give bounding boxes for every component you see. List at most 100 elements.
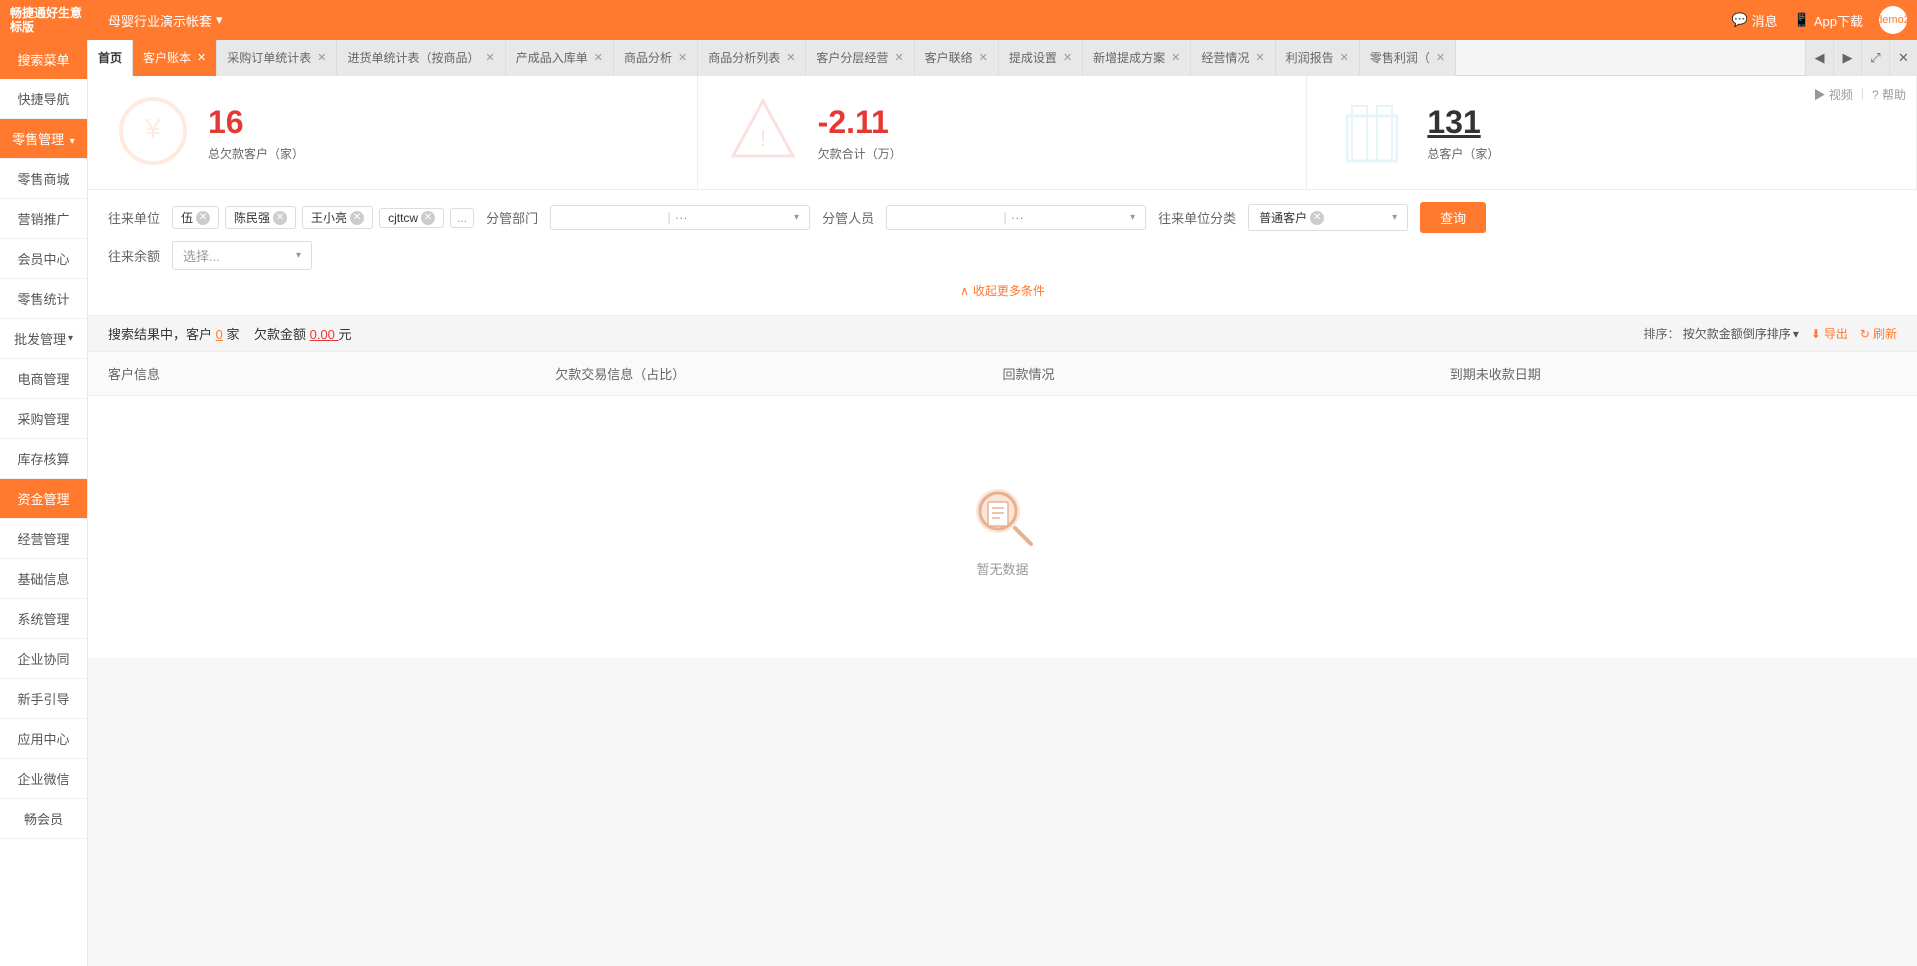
sort-label: 排序： 按欠款金额倒序排序 ▾ (1643, 325, 1798, 342)
tab-inbound-stats[interactable]: 进货单统计表（按商品） ✕ (337, 40, 505, 76)
sidebar-item-app-center[interactable]: 应用中心 (0, 719, 87, 759)
tab-product-analysis[interactable]: 商品分析 ✕ (614, 40, 698, 76)
stat-label-customers: 总欠款客户（家） (208, 145, 304, 162)
tab-retail-profit[interactable]: 零售利润（ ✕ (1360, 40, 1456, 76)
stat-card-debt-customers: ¥ 16 总欠款客户（家） (88, 76, 698, 189)
sidebar-item-label: 零售管理 (12, 132, 64, 147)
data-table: 客户信息 欠款交易信息（占比） 回款情况 到期未收款日期 (88, 352, 1917, 658)
tab-label: 进货单统计表（按商品） (347, 49, 479, 66)
filter-unit-cat-label: 往来单位分类 (1158, 208, 1236, 227)
tab-close-icon[interactable]: ✕ (317, 51, 326, 64)
filter-dept-select[interactable]: | ··· ▾ (550, 205, 810, 230)
filter-tag-wu-close[interactable]: ✕ (196, 211, 210, 225)
video-link[interactable]: ▶ 视频 (1813, 86, 1852, 103)
tab-arrows: ◀ ▶ ⤢ ✕ (1805, 40, 1917, 76)
filter-tag-common-close[interactable]: ✕ (1310, 211, 1324, 225)
avatar[interactable]: demo2 (1879, 6, 1907, 34)
filter-tag-cjttcw-close[interactable]: ✕ (421, 211, 435, 225)
filter-person-select[interactable]: | ··· ▾ (886, 205, 1146, 230)
filter-tag-wang-close[interactable]: ✕ (350, 211, 364, 225)
logo-text: 畅捷通好生意 标版 (10, 6, 82, 35)
tab-close-icon[interactable]: ✕ (678, 51, 687, 64)
tab-customer-ledger[interactable]: 客户账本 ✕ (133, 40, 217, 76)
tab-close-icon[interactable]: ✕ (1063, 51, 1072, 64)
tab-customer-contact[interactable]: 客户联络 ✕ (915, 40, 999, 76)
tab-close-all[interactable]: ✕ (1889, 40, 1917, 76)
tab-scroll-right[interactable]: ▶ (1833, 40, 1861, 76)
sidebar-item-basic-info[interactable]: 基础信息 (0, 559, 87, 599)
tab-biz-situation[interactable]: 经营情况 ✕ (1191, 40, 1275, 76)
sidebar-item-purchase-mgmt[interactable]: 采购管理 (0, 399, 87, 439)
workspace-label: 母婴行业演示帐套 (108, 11, 212, 30)
tab-maximize[interactable]: ⤢ (1861, 40, 1889, 76)
export-icon: ⬇ (1811, 327, 1821, 341)
tab-close-icon[interactable]: ✕ (1436, 51, 1445, 64)
filter-balance-label: 往来余额 (108, 246, 160, 265)
debt-amount-link[interactable]: 0.00 (310, 327, 339, 342)
workspace-selector[interactable]: 母婴行业演示帐套 ▾ (108, 11, 227, 30)
sidebar-item-ecommerce[interactable]: 电商管理 (0, 359, 87, 399)
tab-home[interactable]: 首页 (88, 40, 133, 76)
chevron-down-icon: ▾ (68, 333, 73, 344)
sidebar-item-new-guide[interactable]: 新手引导 (0, 679, 87, 719)
chevron-down-icon: ▾ (794, 212, 799, 223)
filter-tag-chen-close[interactable]: ✕ (273, 211, 287, 225)
tab-close-icon[interactable]: ✕ (1255, 51, 1264, 64)
tab-close-icon[interactable]: ✕ (979, 51, 988, 64)
sidebar-item-system-mgmt[interactable]: 系统管理 (0, 599, 87, 639)
tab-purchase-order-stats[interactable]: 采购订单统计表 ✕ (217, 40, 337, 76)
tab-close-icon[interactable]: ✕ (197, 51, 206, 64)
filter-unit-label: 往来单位 (108, 208, 160, 227)
export-button[interactable]: ⬇ 导出 (1811, 325, 1848, 342)
tab-close-icon[interactable]: ✕ (594, 51, 603, 64)
app-download-button[interactable]: 📱 App下载 (1794, 11, 1863, 30)
chevron-up-icon: ∧ (960, 284, 969, 298)
tab-close-icon[interactable]: ✕ (786, 51, 795, 64)
summary-actions: 排序： 按欠款金额倒序排序 ▾ ⬇ 导出 ↻ 刷新 (1643, 325, 1897, 342)
tab-new-achievement[interactable]: 新增提成方案 ✕ (1083, 40, 1191, 76)
message-button[interactable]: 💬 消息 (1731, 11, 1777, 30)
sidebar-item-quick-nav[interactable]: 快捷导航 (0, 79, 87, 119)
tab-scroll-left[interactable]: ◀ (1805, 40, 1833, 76)
tab-product-analysis-list[interactable]: 商品分析列表 ✕ (698, 40, 806, 76)
chevron-down-icon: ▾ (1793, 327, 1799, 341)
tab-product-cost[interactable]: 产成品入库单 ✕ (506, 40, 614, 76)
sidebar-item-enterprise-wechat[interactable]: 企业微信 (0, 759, 87, 799)
tab-reminder-settings[interactable]: 提成设置 ✕ (999, 40, 1083, 76)
stat-value-customers: 16 (208, 104, 304, 141)
tab-profit-report[interactable]: 利润报告 ✕ (1276, 40, 1360, 76)
refresh-button[interactable]: ↻ 刷新 (1860, 325, 1897, 342)
tab-label: 商品分析列表 (708, 49, 780, 66)
customer-count-link[interactable]: 0 (216, 327, 223, 342)
sidebar-item-inventory[interactable]: 库存核算 (0, 439, 87, 479)
tab-close-icon[interactable]: ✕ (1340, 51, 1349, 64)
sidebar-item-retail-mgmt[interactable]: 零售管理 ▾ (0, 119, 87, 159)
filter-unit-cat-select[interactable]: 普通客户 ✕ ▾ (1248, 204, 1408, 231)
tab-close-icon[interactable]: ✕ (894, 51, 903, 64)
sidebar-item-retail-mall[interactable]: 零售商城 (0, 159, 87, 199)
query-button[interactable]: 查询 (1420, 202, 1486, 233)
filter-more-btn[interactable]: ... (450, 208, 474, 228)
sidebar-item-enterprise[interactable]: 企业协同 (0, 639, 87, 679)
sidebar: 搜索菜单 快捷导航 零售管理 ▾ 零售商城 营销推广 会员中心 零售统计 批发管… (0, 40, 88, 966)
app-wrapper: 畅捷通好生意 标版 母婴行业演示帐套 ▾ 💬 消息 📱 App下载 demo2 … (0, 0, 1917, 966)
sidebar-item-member-vip[interactable]: 畅会员 (0, 799, 87, 839)
sidebar-item-marketing[interactable]: 营销推广 (0, 199, 87, 239)
tab-close-icon[interactable]: ✕ (486, 51, 495, 64)
sidebar-item-wholesale-mgmt[interactable]: 批发管理 ▾ (0, 319, 87, 359)
filter-dept-more: ··· (675, 210, 688, 225)
sidebar-item-retail-stats[interactable]: 零售统计 (0, 279, 87, 319)
filter-balance-select[interactable]: 选择... ▾ (172, 241, 312, 270)
sidebar-search[interactable]: 搜索菜单 (0, 40, 87, 79)
sidebar-item-fund-mgmt[interactable]: 资金管理 (0, 479, 87, 519)
tab-label: 产成品入库单 (516, 49, 588, 66)
help-link[interactable]: ? 帮助 (1872, 86, 1906, 103)
tab-close-icon[interactable]: ✕ (1171, 51, 1180, 64)
sidebar-item-biz-mgmt[interactable]: 经营管理 (0, 519, 87, 559)
logo-area: 畅捷通好生意 标版 (10, 6, 98, 35)
tab-home-label: 首页 (98, 49, 122, 66)
tab-customer-layering[interactable]: 客户分层经营 ✕ (806, 40, 914, 76)
collapse-button[interactable]: ∧ 收起更多条件 (956, 278, 1049, 303)
sort-select[interactable]: 按欠款金额倒序排序 ▾ (1683, 325, 1799, 342)
sidebar-item-member-center[interactable]: 会员中心 (0, 239, 87, 279)
